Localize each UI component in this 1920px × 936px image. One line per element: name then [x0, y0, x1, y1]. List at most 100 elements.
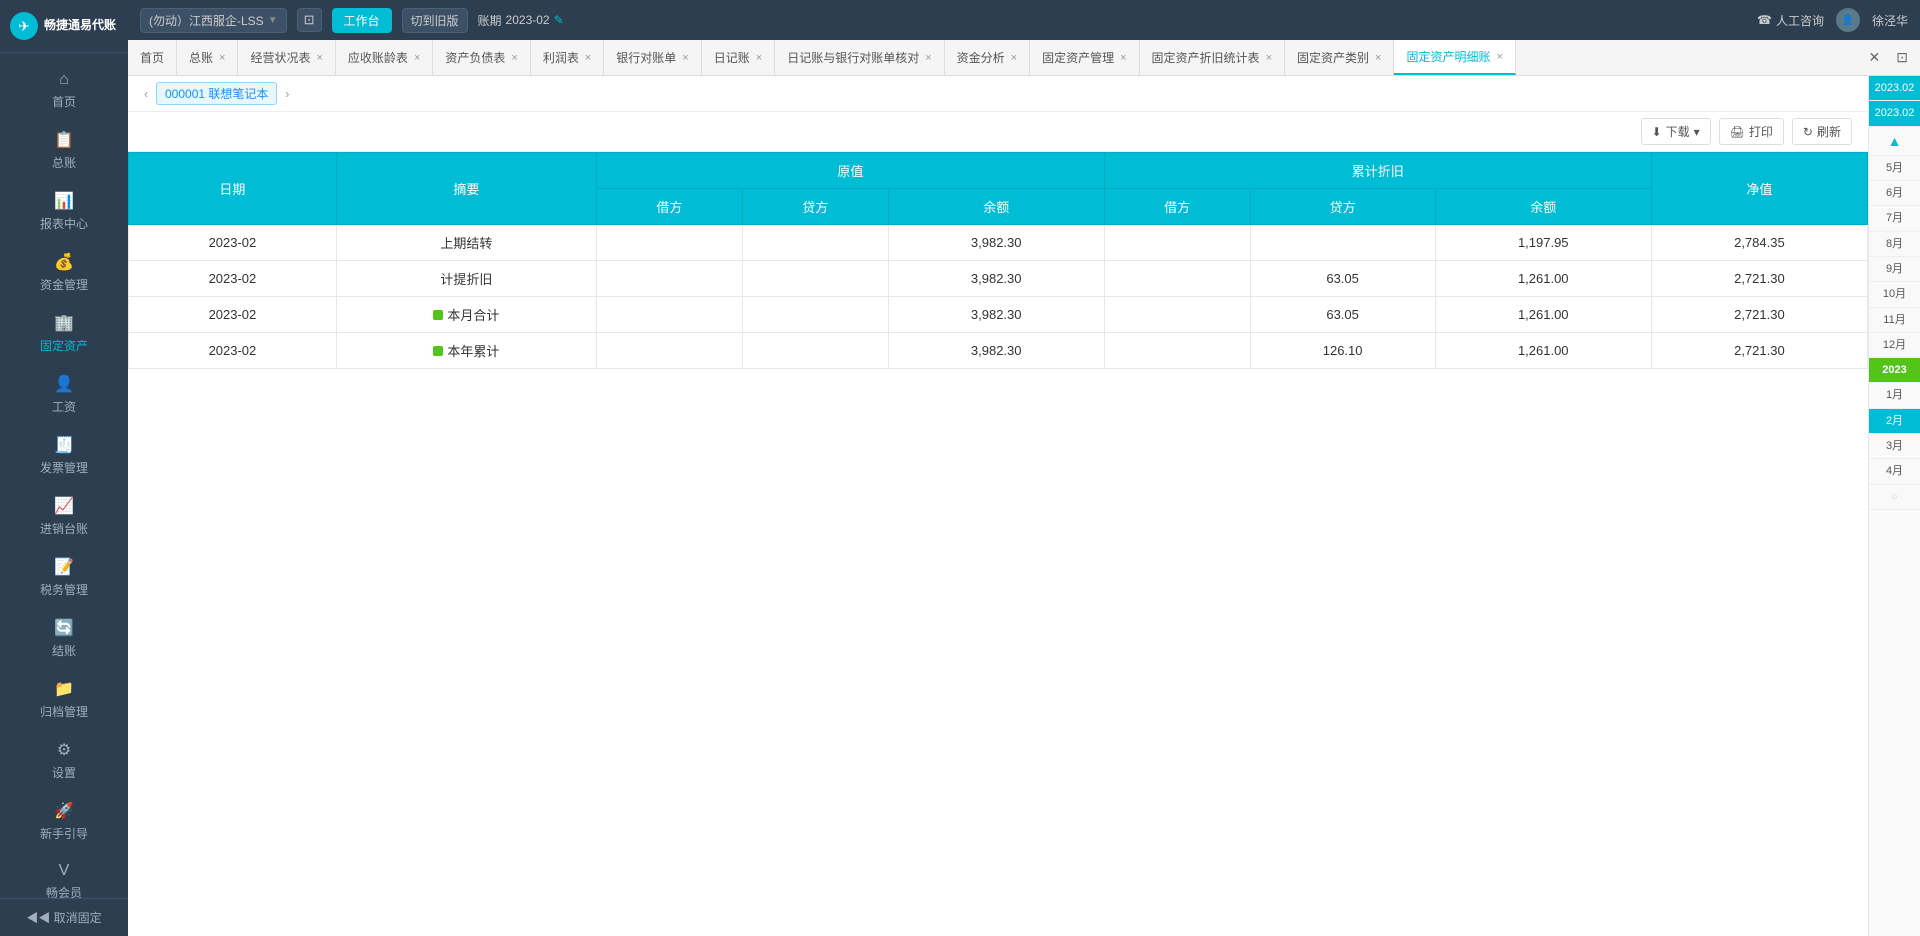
right-panel-month-10[interactable]: 10月	[1869, 282, 1920, 307]
copy-button[interactable]: ⊡	[297, 8, 322, 32]
right-panel-month-7[interactable]: 7月	[1869, 206, 1920, 231]
company-selector[interactable]: (勿动）江西服企-LSS ▼	[140, 8, 287, 33]
cell-yuanzhi-credit	[742, 297, 888, 333]
tab-profit-label: 利润表	[543, 49, 579, 66]
tab-ledger[interactable]: 总账 ×	[177, 40, 238, 75]
tab-receivable[interactable]: 应收账龄表 ×	[336, 40, 433, 75]
tab-fixedassetmgmt[interactable]: 固定资产管理 ×	[1030, 40, 1139, 75]
tab-assetsdetail[interactable]: 固定资产明细账 ×	[1394, 40, 1515, 75]
th-net-value: 净值	[1651, 153, 1867, 225]
sidebar-item-label: 总账	[52, 154, 76, 171]
tab-fixedassetmgmt-close[interactable]: ×	[1120, 52, 1126, 64]
sidebar-item-payroll[interactable]: 👤 工资	[0, 364, 128, 425]
download-button[interactable]: ⬇ 下载 ▾	[1641, 118, 1711, 145]
sidebar-item-reports[interactable]: 📊 报表中心	[0, 181, 128, 242]
cell-summary: 本月合计	[336, 297, 596, 333]
right-panel-month-11[interactable]: 11月	[1869, 308, 1920, 333]
tab-profit-close[interactable]: ×	[585, 52, 591, 64]
tab-bizstatus[interactable]: 经营状况表 ×	[238, 40, 335, 75]
right-panel-month-6[interactable]: 6月	[1869, 181, 1920, 206]
tab-journalbank-close[interactable]: ×	[925, 52, 931, 64]
sidebar-item-ledger[interactable]: 📋 总账	[0, 120, 128, 181]
refresh-button[interactable]: ↻ 刷新	[1792, 118, 1852, 145]
tab-deprstats-close[interactable]: ×	[1266, 52, 1272, 64]
cell-yuanzhi-balance: 3,982.30	[888, 297, 1104, 333]
sidebar-item-label: 首页	[52, 93, 76, 110]
tab-assets-table-close[interactable]: ×	[511, 52, 517, 64]
th-summary: 摘要	[336, 153, 596, 225]
print-label: 打印	[1749, 123, 1773, 140]
right-panel-month-9[interactable]: 9月	[1869, 257, 1920, 282]
right-panel-date-top1[interactable]: 2023.02	[1869, 76, 1920, 101]
sidebar-item-home[interactable]: ⌂ 首页	[0, 61, 128, 120]
subnav-prev-arrow[interactable]: ‹	[144, 87, 148, 101]
tab-deprstats[interactable]: 固定资产折旧统计表 ×	[1140, 40, 1285, 75]
username[interactable]: 徐泾华	[1872, 12, 1908, 29]
period-edit-icon[interactable]: ✎	[554, 13, 564, 27]
subnav-asset-item[interactable]: 000001 联想笔记本	[156, 82, 277, 105]
tab-journalbank[interactable]: 日记账与银行对账单核对 ×	[775, 40, 944, 75]
table-row: 2023-02 计提折旧 3,982.30 63.05 1,261.00 2,7…	[129, 261, 1868, 297]
right-panel-nav-up[interactable]: ▲	[1869, 127, 1920, 156]
tax-icon: 📝	[54, 557, 74, 577]
sidebar-item-capital[interactable]: 💰 资金管理	[0, 242, 128, 303]
tab-assetsdetail-close[interactable]: ×	[1496, 51, 1502, 63]
tab-journal[interactable]: 日记账 ×	[702, 40, 775, 75]
sidebar-logo: ✈ 畅捷通易代账	[0, 0, 128, 53]
right-panel-month-2-current[interactable]: 2月	[1869, 409, 1920, 434]
sidebar-pin-toggle[interactable]: ◀◀ 取消固定	[0, 898, 128, 936]
right-panel-month-8[interactable]: 8月	[1869, 232, 1920, 257]
right-panel-date-top2[interactable]: 2023.02	[1869, 101, 1920, 126]
tab-home[interactable]: 首页	[128, 40, 177, 75]
sidebar-item-label: 设置	[52, 764, 76, 781]
right-panel-month-5[interactable]: 5月	[1869, 156, 1920, 181]
sidebar-item-vip[interactable]: V 畅会员	[0, 852, 128, 898]
cell-leiji-debit	[1104, 261, 1250, 297]
right-panel-nav-down[interactable]: ○	[1869, 485, 1920, 510]
cell-summary: 上期结转	[336, 225, 596, 261]
tab-bizstatus-close[interactable]: ×	[316, 52, 322, 64]
sidebar-item-settings[interactable]: ⚙ 设置	[0, 730, 128, 791]
sidebar-item-sales[interactable]: 📈 进销台账	[0, 486, 128, 547]
cell-leiji-balance: 1,261.00	[1435, 297, 1651, 333]
cell-yuanzhi-credit	[742, 261, 888, 297]
sidebar-item-settle[interactable]: 🔄 结账	[0, 608, 128, 669]
tab-journal-close[interactable]: ×	[756, 52, 762, 64]
table-row: 2023-02 本年累计 3,982.30 126.10 1,261.00 2,…	[129, 333, 1868, 369]
right-panel-month-1[interactable]: 1月	[1869, 383, 1920, 408]
period-display: 账期 2023-02 ✎	[478, 12, 564, 29]
green-dot-icon	[433, 346, 443, 356]
sidebar-item-guide[interactable]: 🚀 新手引导	[0, 791, 128, 852]
refresh-icon: ↻	[1803, 125, 1813, 139]
tab-assetstype[interactable]: 固定资产类别 ×	[1285, 40, 1394, 75]
sidebar-item-assets[interactable]: 🏢 固定资产	[0, 303, 128, 364]
tab-bankbook[interactable]: 银行对账单 ×	[604, 40, 701, 75]
right-panel: 2023.02 2023.02 ▲ 5月 6月 7月 8月 9月 10月 11月…	[1868, 76, 1920, 936]
service-button[interactable]: ☎ 人工咨询	[1757, 12, 1824, 29]
print-button[interactable]: 🖨 打印	[1719, 118, 1784, 145]
cell-leiji-balance: 1,261.00	[1435, 261, 1651, 297]
tab-ledger-close[interactable]: ×	[219, 52, 225, 64]
workbench-button[interactable]: 工作台	[332, 8, 392, 33]
sidebar-item-invoice[interactable]: 🧾 发票管理	[0, 425, 128, 486]
tab-assetstype-close[interactable]: ×	[1375, 52, 1381, 64]
tab-profit[interactable]: 利润表 ×	[531, 40, 604, 75]
table-row: 2023-02 本月合计 3,982.30 63.05 1,261.00 2,7…	[129, 297, 1868, 333]
tab-close-all-icon[interactable]: ✕	[1865, 47, 1885, 68]
tab-capitalanalysis-close[interactable]: ×	[1011, 52, 1017, 64]
tab-capitalanalysis-label: 资金分析	[957, 49, 1005, 66]
right-panel-month-3[interactable]: 3月	[1869, 434, 1920, 459]
right-panel-month-4[interactable]: 4月	[1869, 459, 1920, 484]
tab-expand-icon[interactable]: ⊡	[1892, 47, 1912, 68]
sidebar-item-archive[interactable]: 📁 归档管理	[0, 669, 128, 730]
sidebar-item-tax[interactable]: 📝 税务管理	[0, 547, 128, 608]
cell-net-value: 2,784.35	[1651, 225, 1867, 261]
tab-capitalanalysis[interactable]: 资金分析 ×	[945, 40, 1030, 75]
oldversion-button[interactable]: 切到旧版	[402, 8, 468, 33]
tab-bankbook-close[interactable]: ×	[682, 52, 688, 64]
subnav-next-arrow[interactable]: ›	[285, 87, 289, 101]
tab-assets-table[interactable]: 资产负债表 ×	[433, 40, 530, 75]
th-accumulated-depreciation: 累计折旧	[1104, 153, 1651, 189]
tab-receivable-close[interactable]: ×	[414, 52, 420, 64]
right-panel-month-12[interactable]: 12月	[1869, 333, 1920, 358]
